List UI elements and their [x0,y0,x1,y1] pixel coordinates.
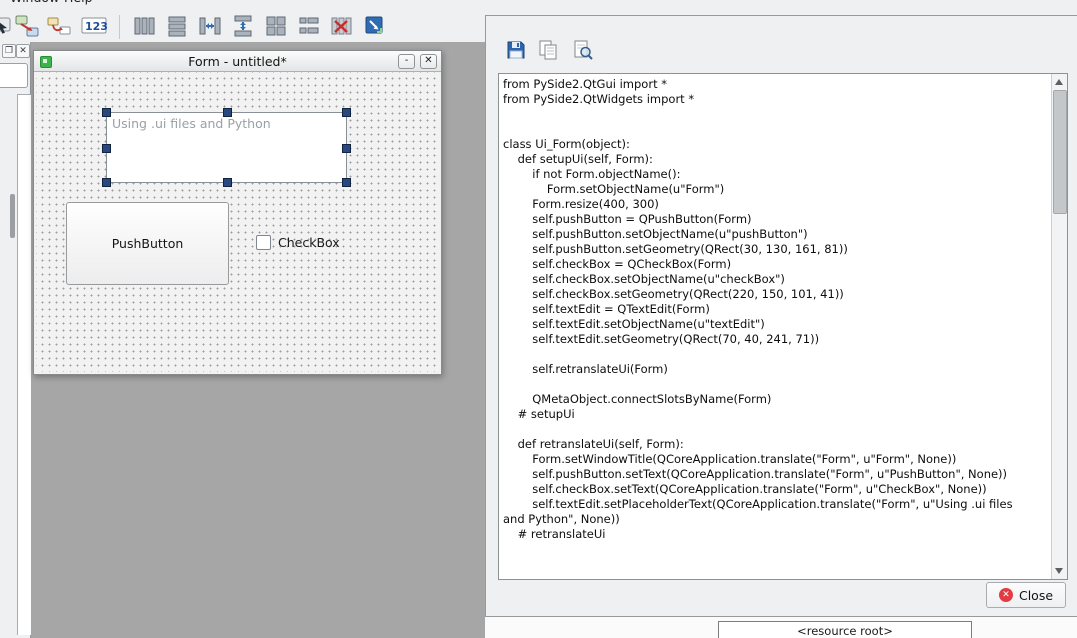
code-text: from PySide2.QtGui import * from PySide2… [503,77,1050,542]
menu-window[interactable]: Window [10,0,59,5]
form-close-button[interactable]: ✕ [420,54,437,69]
resource-root-item[interactable]: <resource root> [718,621,972,638]
close-button-label: Close [1019,588,1053,603]
dock-float-button[interactable]: ❐ [2,44,16,58]
textedit-widget-selected[interactable]: Using .ui files and Python [106,112,347,183]
selection-handle-s[interactable] [223,178,232,187]
dock-scrollbar-thumb[interactable] [10,194,15,238]
menubar: Window Help [0,0,400,6]
pushbutton-widget[interactable]: PushButton [66,202,229,285]
selection-handle-w[interactable] [102,144,111,153]
toolbar-separator [119,15,120,39]
break-layout-icon [329,14,353,41]
close-icon: ✕ [999,588,1013,602]
save-icon [505,39,527,64]
form-layout-icon [297,14,321,41]
checkbox-label: CheckBox [278,235,340,250]
dock-close-button[interactable]: ✕ [16,44,30,58]
selection-handle-nw[interactable] [102,108,111,117]
textedit-widget[interactable]: Using .ui files and Python [106,112,347,183]
splitter-vertical-icon [231,14,255,41]
form-design-canvas[interactable]: Using .ui files and Python PushButton Ch… [36,72,439,372]
resource-root-label: <resource root> [797,624,893,638]
layout-form-button[interactable] [295,13,323,41]
selection-handle-se[interactable] [342,178,351,187]
break-layout-button[interactable] [327,13,355,41]
widget-filter-input[interactable] [0,63,28,88]
widget-box-list[interactable] [17,94,31,635]
signals-slots-icon [15,14,39,41]
form-titlebar[interactable]: Form - untitled* - ✕ [34,51,441,72]
edit-buddies-icon [47,14,71,41]
textedit-placeholder: Using .ui files and Python [112,116,271,131]
find-in-code-button[interactable] [570,38,596,64]
save-code-button[interactable] [503,38,529,64]
close-button[interactable]: ✕ Close [986,582,1066,608]
tab-order-icon: 123 [80,14,108,41]
code-view[interactable]: from PySide2.QtGui import * from PySide2… [498,73,1068,580]
checkbox-widget[interactable]: CheckBox [256,222,357,263]
grid-layout-icon [264,14,288,41]
selection-handle-e[interactable] [342,144,351,153]
view-code-dialog: from PySide2.QtGui import * from PySide2… [485,15,1077,617]
menu-help[interactable]: Help [64,0,93,5]
designer-form-window: Form - untitled* - ✕ Using .ui files and… [33,50,442,375]
layout-vertical-icon [165,14,189,41]
qt-designer-screen: Window Help 123 [0,0,1077,638]
copy-icon [537,39,559,64]
layout-horizontal-icon [132,14,156,41]
selection-handle-sw[interactable] [102,178,111,187]
checkbox-indicator[interactable] [256,235,271,250]
adjust-size-icon [363,14,387,41]
edit-buddies-button[interactable] [45,13,73,41]
pushbutton-label: PushButton [112,236,184,251]
layout-vertically-button[interactable] [163,13,191,41]
scroll-down-icon[interactable] [1055,568,1063,574]
svg-text:123: 123 [85,20,108,33]
layout-grid-button[interactable] [262,13,290,41]
widget-box-dock: ❐ ✕ [0,42,31,638]
selection-handle-ne[interactable] [342,108,351,117]
layout-splitter-horizontal-button[interactable] [196,13,224,41]
resource-browser-strip: <resource root> [485,616,1077,638]
splitter-horizontal-icon [198,14,222,41]
form-minimize-button[interactable]: - [398,54,415,69]
edit-signals-slots-button[interactable] [13,13,41,41]
search-icon [572,39,594,64]
edit-widgets-icon [0,14,13,41]
code-scrollbar[interactable] [1051,74,1067,579]
layout-splitter-vertical-button[interactable] [229,13,257,41]
form-window-title: Form - untitled* [34,54,441,69]
copy-code-button[interactable] [535,38,561,64]
adjust-size-button[interactable] [361,13,389,41]
scroll-up-icon[interactable] [1055,79,1063,85]
selection-handle-n[interactable] [223,108,232,117]
code-scrollbar-thumb[interactable] [1053,90,1067,214]
layout-horizontally-button[interactable] [130,13,158,41]
edit-tab-order-button[interactable]: 123 [79,13,109,41]
